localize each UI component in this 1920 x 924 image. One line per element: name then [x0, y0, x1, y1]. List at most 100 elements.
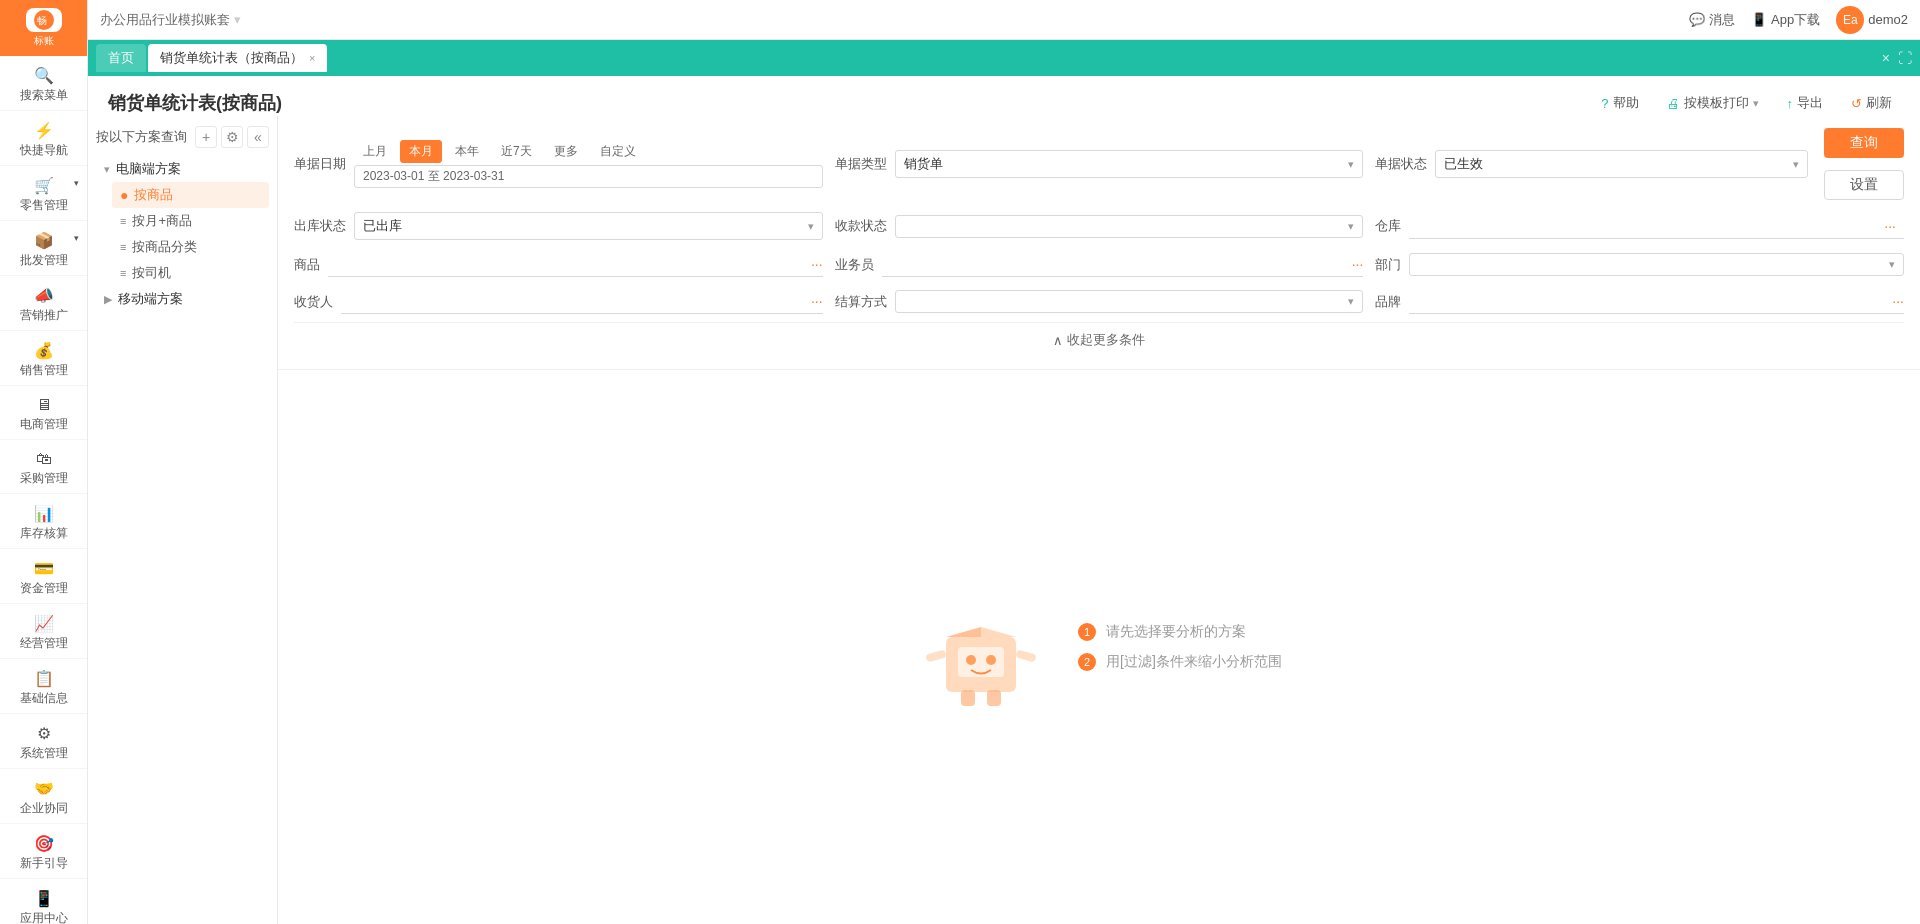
empty-step-1: 1 请先选择要分析的方案	[1078, 623, 1282, 641]
salesperson-input[interactable]: ···	[882, 252, 1364, 277]
tree-item-pc[interactable]: ▾ 电脑端方案	[96, 156, 269, 182]
help-icon: ?	[1601, 96, 1608, 111]
sidebar-item-system[interactable]: ⚙ 系统管理	[0, 714, 87, 769]
settlement-select[interactable]: ▾	[895, 290, 1364, 313]
collapse-filter-button[interactable]: ∧ 收起更多条件	[294, 322, 1904, 357]
sidebar-item-purchase[interactable]: 🛍 采购管理	[0, 440, 87, 494]
payment-status-label: 收款状态	[835, 217, 887, 235]
left-panel-title: 按以下方案查询	[96, 128, 187, 146]
sidebar-item-enterprise[interactable]: 🤝 企业协同	[0, 769, 87, 824]
date-tab-7days[interactable]: 近7天	[492, 140, 541, 163]
quick-nav-icon: ⚡	[34, 121, 54, 140]
tab-fullscreen-icon[interactable]: ⛶	[1898, 50, 1912, 66]
tree-mobile-section: ▶ 移动端方案	[96, 286, 269, 312]
tab-close-all-icon[interactable]: ×	[1882, 50, 1890, 66]
tree-item-by-category[interactable]: ≡ 按商品分类	[112, 234, 269, 260]
tree-item-mobile[interactable]: ▶ 移动端方案	[96, 286, 269, 312]
content-area: 销货单统计表(按商品) ? 帮助 🖨 按模板打印 ▾ ↑ 导出	[88, 76, 1920, 924]
sidebar-item-operations[interactable]: 📈 经营管理	[0, 604, 87, 659]
query-button[interactable]: 查询	[1824, 128, 1904, 158]
svg-point-4	[966, 655, 976, 665]
warehouse-input[interactable]: ···	[1409, 214, 1904, 239]
settings-scheme-button[interactable]: ⚙	[221, 126, 243, 148]
avatar: Ea	[1836, 6, 1864, 34]
product-input[interactable]: ···	[328, 252, 823, 277]
date-tabs: 上月 本月 本年 近7天 更多 自定义	[354, 140, 823, 163]
print-icon: 🖨	[1667, 96, 1680, 111]
sidebar-item-sales[interactable]: 💰 销售管理	[0, 331, 87, 386]
step-1-number: 1	[1078, 623, 1096, 641]
doc-status-label: 单据状态	[1375, 155, 1427, 173]
tab-close-button[interactable]: ×	[309, 52, 315, 64]
date-range-display[interactable]: 2023-03-01 至 2023-03-31	[354, 165, 823, 188]
tree-item-by-month-product[interactable]: ≡ 按月+商品	[112, 208, 269, 234]
page-header-actions: ? 帮助 🖨 按模板打印 ▾ ↑ 导出 ↺ 刷新	[1593, 90, 1900, 116]
tree-item-by-cashier[interactable]: ≡ 按司机	[112, 260, 269, 286]
tree-item-by-product[interactable]: ● 按商品	[112, 182, 269, 208]
date-tab-custom[interactable]: 自定义	[591, 140, 645, 163]
tree-arrow-mobile: ▶	[104, 293, 112, 306]
doc-type-caret: ▾	[1348, 158, 1354, 171]
sidebar-item-guide[interactable]: 🎯 新手引导	[0, 824, 87, 879]
brand-dots[interactable]: ···	[1892, 293, 1904, 309]
message-action[interactable]: 💬 消息	[1689, 11, 1735, 29]
date-tab-last-month[interactable]: 上月	[354, 140, 396, 163]
filter-row-1: 单据日期 上月 本月 本年 近7天 更多 自定义	[294, 128, 1904, 200]
user-profile-action[interactable]: Ea demo2	[1836, 6, 1908, 34]
export-button[interactable]: ↑ 导出	[1779, 90, 1832, 116]
export-icon: ↑	[1787, 96, 1794, 111]
tab-sales-stats[interactable]: 销货单统计表（按商品） ×	[148, 44, 327, 72]
stock-status-label: 出库状态	[294, 217, 346, 235]
department-label: 部门	[1375, 256, 1401, 274]
settlement-cell: 结算方式 ▾	[835, 290, 1364, 313]
sidebar-item-marketing[interactable]: 📣 营销推广	[0, 276, 87, 331]
product-dots[interactable]: ···	[811, 256, 823, 272]
sidebar-item-quick-nav[interactable]: ⚡ 快捷导航	[0, 111, 87, 166]
sidebar-item-inventory[interactable]: 📊 库存核算	[0, 494, 87, 549]
sidebar-item-basic[interactable]: 📋 基础信息	[0, 659, 87, 714]
tab-home[interactable]: 首页	[96, 44, 146, 72]
by-category-icon: ≡	[120, 241, 126, 253]
recipient-input[interactable]: ···	[341, 289, 823, 314]
sidebar-item-finance[interactable]: 💳 资金管理	[0, 549, 87, 604]
date-tab-this-month[interactable]: 本月	[400, 140, 442, 163]
svg-rect-7	[1015, 650, 1036, 663]
date-tab-this-year[interactable]: 本年	[446, 140, 488, 163]
department-select[interactable]: ▾	[1409, 253, 1904, 276]
doc-status-select[interactable]: 已生效 ▾	[1435, 150, 1808, 178]
filter-row-3: 商品 ··· 业务员 ···	[294, 252, 1904, 277]
warehouse-dots[interactable]: ···	[1884, 218, 1896, 234]
settings-button[interactable]: 设置	[1824, 170, 1904, 200]
doc-status-caret: ▾	[1793, 158, 1799, 171]
date-tab-more[interactable]: 更多	[545, 140, 587, 163]
tree-label-pc: 电脑端方案	[116, 160, 181, 178]
by-cashier-icon: ≡	[120, 267, 126, 279]
brand-label: 品牌	[1375, 293, 1401, 311]
sidebar-item-ecommerce[interactable]: 🖥 电商管理	[0, 386, 87, 440]
add-scheme-button[interactable]: +	[195, 126, 217, 148]
sidebar-item-app-center[interactable]: 📱 应用中心	[0, 879, 87, 924]
stock-status-select[interactable]: 已出库 ▾	[354, 212, 823, 240]
recipient-dots[interactable]: ···	[811, 293, 823, 309]
svg-rect-9	[987, 690, 1001, 706]
svg-point-5	[986, 655, 996, 665]
refresh-button[interactable]: ↺ 刷新	[1843, 90, 1900, 116]
sidebar-item-wholesale[interactable]: 📦 批发管理	[0, 221, 87, 276]
doc-type-select[interactable]: 销货单 ▾	[895, 150, 1364, 178]
payment-status-select[interactable]: ▾	[895, 215, 1364, 238]
sidebar-item-search[interactable]: 🔍 搜索菜单	[0, 56, 87, 111]
brand-input[interactable]: ···	[1409, 289, 1904, 314]
collapse-panel-button[interactable]: «	[247, 126, 269, 148]
empty-step-2: 2 用[过滤]条件来缩小分析范围	[1078, 653, 1282, 671]
step-1-text: 请先选择要分析的方案	[1106, 623, 1246, 641]
empty-state: 1 请先选择要分析的方案 2 用[过滤]条件来缩小分析范围	[916, 582, 1282, 712]
salesperson-cell: 业务员 ···	[835, 252, 1364, 277]
app-download-action[interactable]: 📱 App下载	[1751, 11, 1820, 29]
salesperson-dots[interactable]: ···	[1352, 256, 1364, 272]
enterprise-icon: 🤝	[34, 779, 54, 798]
product-cell: 商品 ···	[294, 252, 823, 277]
download-icon: 📱	[1751, 12, 1767, 27]
help-button[interactable]: ? 帮助	[1593, 90, 1646, 116]
print-button[interactable]: 🖨 按模板打印 ▾	[1659, 90, 1767, 116]
sidebar-item-retail[interactable]: 🛒 零售管理	[0, 166, 87, 221]
